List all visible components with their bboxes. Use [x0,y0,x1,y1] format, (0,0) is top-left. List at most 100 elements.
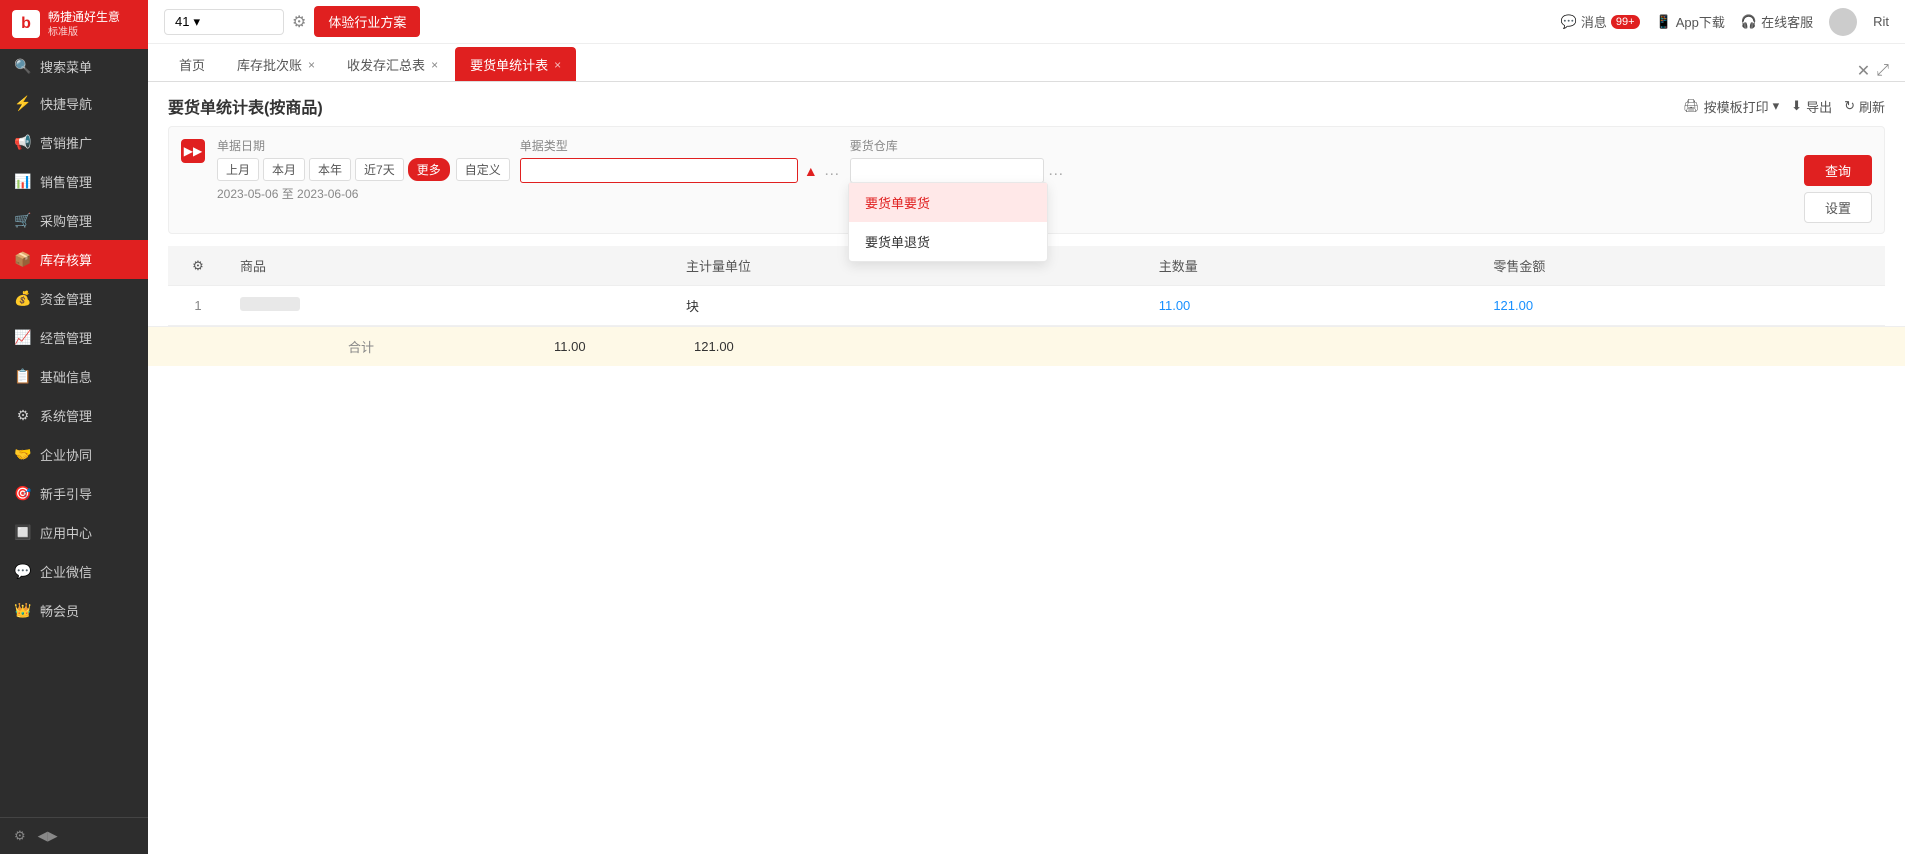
cell-seq: 1 [168,286,228,326]
finance-icon: 💰 [14,289,32,307]
inventory-icon: 📦 [14,250,32,268]
print-arrow-icon: ▾ [1773,98,1780,114]
filter-toggle-btn[interactable]: ▶▶ [181,139,205,163]
print-template-btn[interactable]: 🖨 按模板打印 ▾ [1683,97,1779,116]
date-btn-more[interactable]: 更多 [408,158,450,181]
wechat-icon: 💬 [14,562,32,580]
sidebar-item-apps[interactable]: 🔲 应用中心 [0,513,148,552]
type-more-icon[interactable]: … [824,162,840,180]
sidebar-item-operation[interactable]: 📈 经营管理 [0,318,148,357]
quantity-link[interactable]: 11.00 [1159,298,1191,313]
system-icon: ⚙ [14,406,32,424]
sidebar-item-purchase[interactable]: 🛒 采购管理 [0,201,148,240]
footer-total-label: 合计 [348,337,374,356]
filter-warehouse-row: … [850,158,1064,183]
table-row: 1 块 11.00 121.00 [168,286,1885,326]
sidebar-item-quick-nav[interactable]: ⚡ 快捷导航 [0,84,148,123]
tab-dispatch-summary[interactable]: 收发存汇总表 × [332,47,453,81]
topbar-left: 41 ▾ ⚙ 体验行业方案 [164,6,1549,37]
date-btn-last-month[interactable]: 上月 [217,158,259,181]
sidebar-item-inventory[interactable]: 📦 库存核算 [0,240,148,279]
sidebar-item-sales[interactable]: 📊 销售管理 [0,162,148,201]
warehouse-input[interactable] [850,158,1044,183]
date-btn-this-year[interactable]: 本年 [309,158,351,181]
amount-link[interactable]: 121.00 [1493,298,1533,313]
export-btn[interactable]: ⬇ 导出 [1791,97,1832,116]
filter-warehouse-group: 要货仓库 … [850,137,1064,183]
sidebar-item-system[interactable]: ⚙ 系统管理 [0,396,148,435]
th-settings[interactable]: ⚙ [168,246,228,286]
sidebar-item-marketing[interactable]: 📢 营销推广 [0,123,148,162]
selector-arrow-icon: ▾ [193,14,200,30]
basic-icon: 📋 [14,367,32,385]
user-name: Rit [1873,14,1889,29]
tabs-bar: 首页 库存批次账 × 收发存汇总表 × 要货单统计表 × ✕ ⤢ [148,44,1905,82]
export-icon: ⬇ [1791,98,1802,114]
app-download-btn[interactable]: 📱 App下载 [1656,12,1725,31]
tab-home[interactable]: 首页 [164,47,220,81]
enterprise-icon: 🤝 [14,445,32,463]
online-service-btn[interactable]: 🎧 在线客服 [1741,12,1813,31]
service-icon: 🎧 [1741,14,1757,30]
dropdown-item-delivery[interactable]: 要货单要货 [849,183,1047,222]
warehouse-more-icon[interactable]: … [1048,162,1064,180]
footer-quantity: 11.00 [554,339,634,354]
member-icon: 👑 [14,601,32,619]
refresh-btn[interactable]: ↻ 刷新 [1844,97,1885,116]
sidebar-item-enterprise[interactable]: 🤝 企业协同 [0,435,148,474]
sidebar-footer: ⚙ ◀▶ [0,817,148,854]
filter-type-row: ▲ … [520,158,840,183]
app-logo: b [12,10,40,38]
page-actions: 🖨 按模板打印 ▾ ⬇ 导出 ↻ 刷新 [1683,97,1885,116]
tab-close-order-stats[interactable]: × [554,58,561,72]
collapse-icon[interactable]: ◀▶ [38,828,58,844]
filter-date-row: 上月 本月 本年 近7天 更多 自定义 [217,158,510,181]
th-quantity: 主数量 [1147,246,1482,286]
topbar: 41 ▾ ⚙ 体验行业方案 💬 消息 99+ 📱 App下载 🎧 在线客服 Ri… [148,0,1905,44]
notification-badge: 99+ [1611,15,1640,29]
tab-close-dispatch-summary[interactable]: × [431,58,438,72]
tab-order-stats[interactable]: 要货单统计表 × [455,47,576,81]
type-input[interactable] [520,158,798,183]
table-footer: 合计 11.00 121.00 [148,326,1905,366]
date-btn-last-7days[interactable]: 近7天 [355,158,404,181]
sidebar-search[interactable]: 🔍 搜索菜单 [0,49,148,84]
filter-settings-btn[interactable]: 设置 [1804,192,1872,223]
sidebar-item-member[interactable]: 👑 畅会员 [0,591,148,630]
cell-quantity: 11.00 [1147,286,1482,326]
brand-name: 畅捷通好生意 标准版 [48,10,120,39]
cell-unit: 块 [674,286,1147,326]
th-product: 商品 [228,246,674,286]
filter-date-group: 单据日期 上月 本月 本年 近7天 更多 自定义 2023-05-06 至 20… [217,137,510,202]
sidebar-item-guide[interactable]: 🎯 新手引导 [0,474,148,513]
expand-tab-icon[interactable]: ⤢ [1876,62,1889,80]
operation-icon: 📈 [14,328,32,346]
close-tab-icon[interactable]: ✕ [1857,61,1870,81]
settings-footer-icon[interactable]: ⚙ [14,828,26,844]
apps-icon: 🔲 [14,523,32,541]
sales-icon: 📊 [14,172,32,190]
page-title: 要货单统计表(按商品) [168,94,323,118]
dropdown-item-return[interactable]: 要货单退货 [849,222,1047,261]
marketing-icon: 📢 [14,133,32,151]
query-btn[interactable]: 查询 [1804,155,1872,186]
th-amount: 零售金额 [1481,246,1885,286]
sidebar-item-finance[interactable]: 💰 资金管理 [0,279,148,318]
sidebar-item-basic[interactable]: 📋 基础信息 [0,357,148,396]
date-btn-this-month[interactable]: 本月 [263,158,305,181]
type-label: 单据类型 [520,137,840,154]
topbar-gear-icon[interactable]: ⚙ [292,12,306,32]
quick-nav-icon: ⚡ [14,94,32,112]
date-quick-btns: 上月 本月 本年 近7天 更多 [217,158,450,181]
notification-btn[interactable]: 💬 消息 99+ [1561,12,1640,31]
trial-btn[interactable]: 体验行业方案 [314,6,420,37]
date-custom-btn[interactable]: 自定义 [456,158,510,181]
company-selector[interactable]: 41 ▾ [164,9,284,35]
tab-close-batch-account[interactable]: × [308,58,315,72]
sidebar-item-wechat[interactable]: 💬 企业微信 [0,552,148,591]
guide-icon: 🎯 [14,484,32,502]
tab-batch-account[interactable]: 库存批次账 × [222,47,330,81]
type-dropdown-arrow[interactable]: ▲ [804,163,818,179]
bell-icon: 💬 [1561,14,1577,30]
user-avatar[interactable] [1829,8,1857,36]
